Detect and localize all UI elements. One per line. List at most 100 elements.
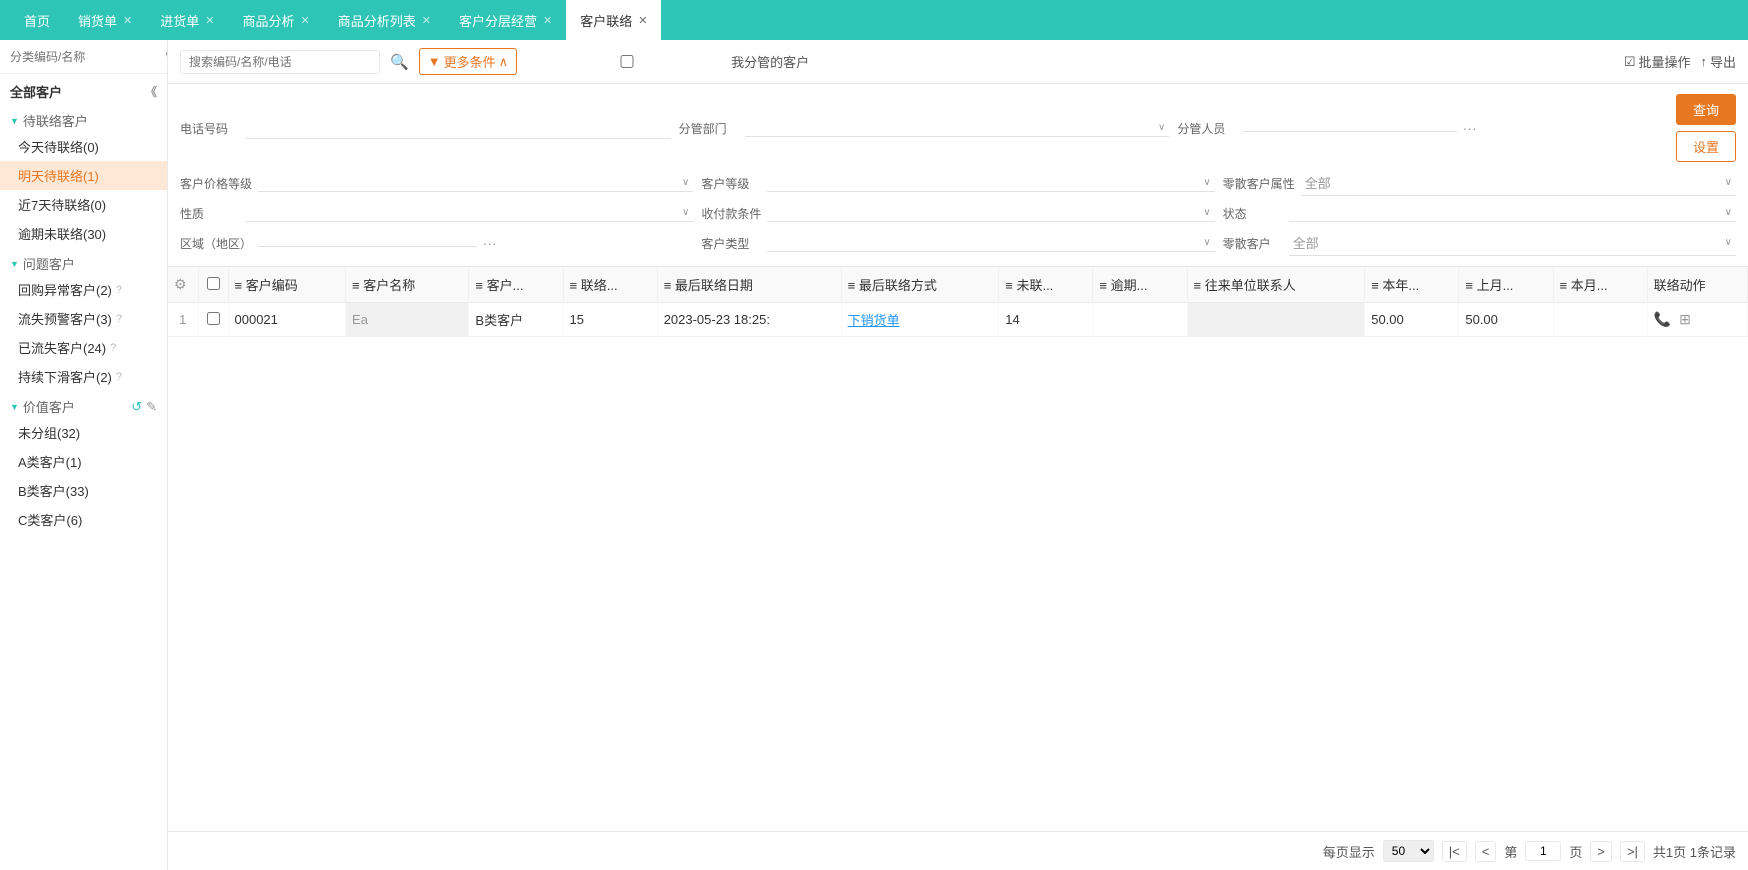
area-dots[interactable]: ···: [483, 235, 694, 251]
collapse-sidebar-btn[interactable]: 《: [145, 83, 157, 100]
last-page-btn[interactable]: >|: [1620, 841, 1645, 862]
bulk-action-btn[interactable]: ☑ 批量操作: [1624, 52, 1691, 71]
close-sales-tab[interactable]: ✕: [123, 14, 132, 27]
row-num: 1: [168, 303, 198, 337]
close-product-analysis-tab[interactable]: ✕: [301, 14, 310, 27]
row-contacts: 15: [563, 303, 657, 337]
close-purchase-tab[interactable]: ✕: [205, 14, 214, 27]
adv-customer-type-field: 客户类型 ∨: [701, 234, 1214, 252]
export-btn[interactable]: ↑ 导出: [1700, 52, 1736, 71]
sidebar-item-7day-pending[interactable]: 近7天待联络(0): [0, 190, 167, 219]
help-icon-churned: ?: [110, 342, 116, 354]
adv-retail-customer-field: 零散客户 全部 ∨: [1223, 230, 1736, 256]
filter-search-btn[interactable]: 🔍: [390, 53, 409, 71]
more-conditions-btn[interactable]: ▼ 更多条件 ∧: [419, 48, 517, 75]
nav-product-analysis[interactable]: 商品分析 ✕: [228, 0, 323, 40]
first-page-btn[interactable]: |<: [1442, 841, 1467, 862]
price-level-select[interactable]: ∨: [258, 174, 693, 192]
retail-customer-chevron-icon: ∨: [1725, 237, 1732, 248]
advanced-filter: 电话号码 分管部门 ∨ 分管人员 ··· 查询 设置: [168, 84, 1748, 267]
adv-phone-field: 电话号码: [180, 118, 671, 139]
row-overdue: [1093, 303, 1187, 337]
select-all-checkbox[interactable]: [207, 277, 220, 290]
row-name: Ea: [346, 303, 469, 337]
nav-sales[interactable]: 销货单 ✕: [64, 0, 146, 40]
row-action-grid-icon[interactable]: ⊞: [1679, 311, 1691, 328]
table-gear-icon[interactable]: ⚙: [174, 276, 187, 292]
col-contacts: ≡ 联络...: [563, 267, 657, 303]
content-area: 🔍 ▼ 更多条件 ∧ 我分管的客户 ☑ 批量操作 ↑ 导出: [168, 40, 1748, 870]
search-input[interactable]: [180, 50, 380, 74]
gender-chevron-icon: ∨: [682, 207, 689, 218]
help-icon-churn: ?: [116, 313, 122, 325]
customer-type-select[interactable]: ∨: [767, 234, 1214, 252]
set-button[interactable]: 设置: [1676, 131, 1736, 162]
row-this-year: 50.00: [1365, 303, 1459, 337]
sidebar-item-a-class[interactable]: A类客户(1): [0, 447, 167, 476]
adv-retail-attr-field: 零散客户属性 全部 ∨: [1223, 170, 1736, 196]
col-action: 联络动作: [1647, 267, 1747, 303]
my-customers-checkbox[interactable]: 我分管的客户: [527, 52, 809, 71]
nav-customer-tier[interactable]: 客户分层经营 ✕: [445, 0, 566, 40]
nav-customer-contact[interactable]: 客户联络 ✕: [566, 0, 661, 40]
row-checkbox[interactable]: [207, 312, 220, 325]
sidebar-item-repurchase-abnormal[interactable]: 回购异常客户(2) ?: [0, 275, 167, 304]
adv-gender-field: 性质 ∨: [180, 204, 693, 222]
col-customer-name: ≡ 客户名称: [346, 267, 469, 303]
refresh-value-icon[interactable]: ↺: [131, 399, 142, 415]
sidebar-item-tomorrow-pending[interactable]: 明天待联络(1): [0, 161, 167, 190]
row-not-contacted: 14: [999, 303, 1093, 337]
all-customers-header: 全部客户 《: [0, 74, 167, 105]
last-contact-link[interactable]: 下销货单: [848, 313, 900, 328]
help-icon-repurchase: ?: [116, 284, 122, 296]
sidebar: 🔍 全部客户 《 待联络客户 今天待联络(0) 明天待联络(1) 近7天待联络(…: [0, 40, 168, 870]
pagination: 每页显示 50 100 200 |< < 第 页 > >| 共1页 1条记录: [168, 831, 1748, 870]
col-last-contact-method: ≡ 最后联络方式: [841, 267, 999, 303]
page-number-input[interactable]: [1525, 841, 1561, 861]
edit-value-icon[interactable]: ✎: [146, 399, 157, 415]
phone-input[interactable]: [246, 118, 671, 139]
sidebar-item-c-class[interactable]: C类客户(6): [0, 505, 167, 534]
query-button[interactable]: 查询: [1676, 94, 1736, 125]
prev-page-btn[interactable]: <: [1475, 841, 1497, 862]
value-group-label: 价值客户 ↺ ✎: [0, 391, 167, 418]
retail-attr-select[interactable]: 全部 ∨: [1301, 170, 1736, 196]
price-level-chevron-icon: ∨: [682, 177, 689, 188]
sidebar-item-declining[interactable]: 持续下滑客户(2) ?: [0, 362, 167, 391]
sidebar-item-b-class[interactable]: B类客户(33): [0, 476, 167, 505]
sidebar-item-ungrouped[interactable]: 未分组(32): [0, 418, 167, 447]
gender-select[interactable]: ∨: [246, 204, 693, 222]
close-product-analysis-list-tab[interactable]: ✕: [422, 14, 431, 27]
nav-purchase[interactable]: 进货单 ✕: [146, 0, 228, 40]
pending-group-label: 待联络客户: [0, 105, 167, 132]
status-select[interactable]: ∨: [1289, 204, 1736, 222]
payment-select[interactable]: ∨: [767, 204, 1214, 222]
row-action-phone-icon[interactable]: 📞: [1654, 311, 1671, 328]
chevron-up-icon: ∧: [499, 54, 509, 70]
retail-customer-select[interactable]: 全部 ∨: [1289, 230, 1736, 256]
customer-level-select[interactable]: ∨: [767, 174, 1214, 192]
sidebar-search-input[interactable]: [10, 50, 165, 64]
nav-home[interactable]: 首页: [10, 0, 64, 40]
close-customer-tier-tab[interactable]: ✕: [543, 14, 552, 27]
dept-chevron-icon: ∨: [1158, 122, 1165, 133]
manager-dots[interactable]: ···: [1463, 120, 1668, 136]
checkbox-icon: ☑: [1624, 54, 1636, 70]
export-icon: ↑: [1700, 54, 1707, 69]
close-customer-contact-tab[interactable]: ✕: [638, 14, 647, 27]
col-customer-code: ≡ 客户编码: [228, 267, 346, 303]
adv-status-field: 状态 ∨: [1223, 204, 1736, 222]
row-code: 000021: [228, 303, 346, 337]
help-icon-declining: ?: [116, 371, 122, 383]
sidebar-item-overdue-pending[interactable]: 逾期未联络(30): [0, 219, 167, 248]
sidebar-item-today-pending[interactable]: 今天待联络(0): [0, 132, 167, 161]
table-area: ⚙ ≡ 客户编码 ≡ 客户名称 ≡ 客户... ≡ 联络... ≡ 最后联络日期…: [168, 267, 1748, 831]
next-page-btn[interactable]: >: [1590, 841, 1612, 862]
sidebar-item-churned[interactable]: 已流失客户(24) ?: [0, 333, 167, 362]
sidebar-item-churn-warning[interactable]: 流失预警客户(3) ?: [0, 304, 167, 333]
per-page-select[interactable]: 50 100 200: [1383, 840, 1434, 862]
adv-row-2: 客户价格等级 ∨ 客户等级 ∨ 零散客户属性 全部: [180, 170, 1736, 196]
col-customer-type: ≡ 客户...: [469, 267, 563, 303]
nav-product-analysis-list[interactable]: 商品分析列表 ✕: [324, 0, 445, 40]
dept-select[interactable]: ∨: [745, 119, 1170, 137]
